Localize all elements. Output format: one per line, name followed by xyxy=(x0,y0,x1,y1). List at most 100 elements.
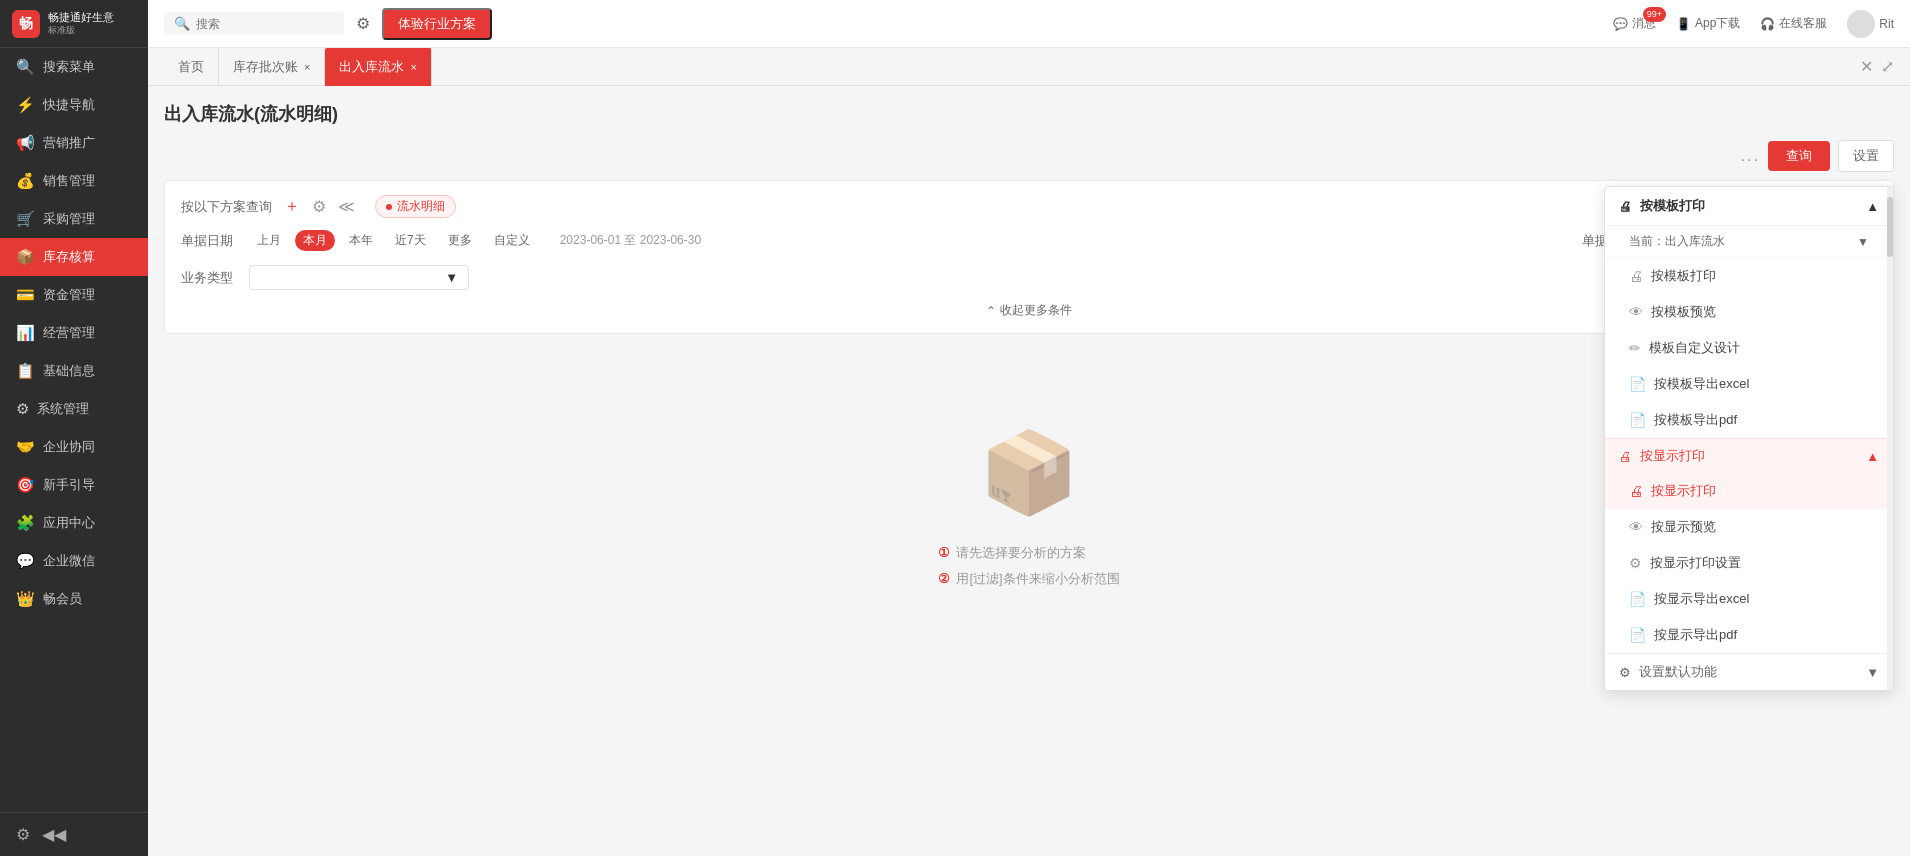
date-this-year[interactable]: 本年 xyxy=(341,230,381,251)
dropdown-header-chevron[interactable]: ▲ xyxy=(1866,199,1879,214)
template-excel-label: 按模板导出excel xyxy=(1654,375,1749,393)
sidebar-finance-icon: 💳 xyxy=(16,286,35,304)
topbar-gear-icon[interactable]: ⚙ xyxy=(356,14,370,33)
display-subheader-chevron[interactable]: ▲ xyxy=(1866,449,1879,464)
tab-batch[interactable]: 库存批次账 × xyxy=(219,48,325,86)
sidebar-item-operation[interactable]: 📊经营管理 xyxy=(0,314,148,352)
date-more[interactable]: 更多 xyxy=(440,230,480,251)
display-print-label: 按显示打印 xyxy=(1651,482,1716,500)
message-btn[interactable]: 💬 消息 99+ xyxy=(1613,15,1656,32)
tab-flow[interactable]: 出入库流水 × xyxy=(325,48,431,86)
trial-button[interactable]: 体验行业方案 xyxy=(382,8,492,40)
sidebar-item-system[interactable]: ⚙系统管理 xyxy=(0,390,148,428)
display-preview-item[interactable]: 👁 按显示预览 xyxy=(1605,509,1893,545)
flow-detail-tag[interactable]: 流水明细 xyxy=(375,195,456,218)
sidebar-item-shortcut[interactable]: ⚡快捷导航 xyxy=(0,86,148,124)
tab-batch-close-icon[interactable]: × xyxy=(304,61,310,73)
sidebar-item-marketing[interactable]: 📢营销推广 xyxy=(0,124,148,162)
sidebar-purchase-label: 采购管理 xyxy=(43,210,95,228)
scrollbar-thumb[interactable] xyxy=(1887,197,1893,257)
sidebar-basic-label: 基础信息 xyxy=(43,362,95,380)
date-7days[interactable]: 近7天 xyxy=(387,230,434,251)
display-pdf-item[interactable]: 📄 按显示导出pdf xyxy=(1605,617,1893,653)
date-this-month[interactable]: 本月 xyxy=(295,230,335,251)
display-print-item[interactable]: 🖨 按显示打印 xyxy=(1605,473,1893,509)
sidebar-member-label: 畅会员 xyxy=(43,590,82,608)
app-logo: 畅 畅捷通好生意 标准版 xyxy=(0,0,148,48)
sidebar-item-basic[interactable]: 📋基础信息 xyxy=(0,352,148,390)
date-range-text: 2023-06-01 至 2023-06-30 xyxy=(560,232,701,249)
date-shortcuts: 上月 本月 本年 近7天 更多 自定义 xyxy=(249,230,538,251)
sidebar-item-purchase[interactable]: 🛒采购管理 xyxy=(0,200,148,238)
sidebar-item-guide[interactable]: 🎯新手引导 xyxy=(0,466,148,504)
display-print-subheader[interactable]: 🖨 按显示打印 ▲ xyxy=(1605,438,1893,473)
tab-close-all-icon[interactable]: ✕ xyxy=(1860,57,1873,76)
sidebar-item-wechat[interactable]: 💬企业微信 xyxy=(0,542,148,580)
empty-hints: ①请先选择要分析的方案 ②用[过滤]条件来缩小分析范围 xyxy=(938,540,1119,592)
collapse-sidebar-icon[interactable]: ◀◀ xyxy=(42,825,66,844)
collapse-up-icon: ⌃ xyxy=(986,304,996,318)
tab-flow-close-icon[interactable]: × xyxy=(410,61,416,73)
template-preview-icon: 👁 xyxy=(1629,304,1643,320)
display-settings-item[interactable]: ⚙ 按显示打印设置 xyxy=(1605,545,1893,581)
sidebar-sales-label: 销售管理 xyxy=(43,172,95,190)
filter-add-icon[interactable]: ＋ xyxy=(284,196,300,217)
display-pdf-icon: 📄 xyxy=(1629,627,1646,643)
display-header-icon: 🖨 xyxy=(1619,449,1632,464)
tab-home[interactable]: 首页 xyxy=(164,48,219,86)
user-avatar[interactable]: Rit xyxy=(1847,10,1894,38)
sidebar-shortcut-label: 快捷导航 xyxy=(43,96,95,114)
topbar-search-box[interactable]: 🔍 xyxy=(164,12,344,35)
sidebar-item-member[interactable]: 👑 畅会员 xyxy=(0,580,148,618)
ellipsis-button[interactable]: ... xyxy=(1741,147,1760,165)
date-last-month[interactable]: 上月 xyxy=(249,230,289,251)
message-icon: 💬 xyxy=(1613,17,1628,31)
dropdown-title: 按模板打印 xyxy=(1640,197,1705,215)
current-template-row: 当前：出入库流水 ▼ xyxy=(1605,226,1893,258)
app-download-btn[interactable]: 📱 App下载 xyxy=(1676,15,1740,32)
query-button[interactable]: 查询 xyxy=(1768,141,1830,171)
biz-type-select[interactable]: ▼ xyxy=(249,265,469,290)
biz-chevron: ▼ xyxy=(445,270,458,285)
sidebar-marketing-icon: 📢 xyxy=(16,134,35,152)
sidebar-item-search[interactable]: 🔍搜索菜单 xyxy=(0,48,148,86)
service-btn[interactable]: 🎧 在线客服 xyxy=(1760,15,1827,32)
display-settings-icon: ⚙ xyxy=(1629,555,1642,571)
tab-controls: ✕ ⤢ xyxy=(1860,57,1894,76)
template-excel-item[interactable]: 📄 按模板导出excel xyxy=(1605,366,1893,402)
tab-batch-label: 库存批次账 xyxy=(233,58,298,76)
sidebar-item-sales[interactable]: 💰销售管理 xyxy=(0,162,148,200)
display-excel-item[interactable]: 📄 按显示导出excel xyxy=(1605,581,1893,617)
date-custom[interactable]: 自定义 xyxy=(486,230,538,251)
settings-icon[interactable]: ⚙ xyxy=(16,825,30,844)
tab-expand-icon[interactable]: ⤢ xyxy=(1881,57,1894,76)
sidebar-guide-icon: 🎯 xyxy=(16,476,35,494)
app-subtitle: 标准版 xyxy=(48,24,114,37)
display-settings-label: 按显示打印设置 xyxy=(1650,554,1741,572)
current-template-chevron[interactable]: ▼ xyxy=(1857,235,1869,249)
set-default-footer[interactable]: ⚙ 设置默认功能 ▼ xyxy=(1605,653,1893,690)
display-preview-icon: 👁 xyxy=(1629,519,1643,535)
filter-gear-icon[interactable]: ⚙ xyxy=(312,197,326,216)
print-header-icon: 🖨 xyxy=(1619,199,1632,214)
sidebar-operation-label: 经营管理 xyxy=(43,324,95,342)
sidebar-item-finance[interactable]: 💳资金管理 xyxy=(0,276,148,314)
template-print-item[interactable]: 🖨 按模板打印 xyxy=(1605,258,1893,294)
logo-icon: 畅 xyxy=(12,10,40,38)
topbar: 🔍 ⚙ 体验行业方案 💬 消息 99+ 📱 App下载 🎧 在线客服 Rit xyxy=(148,0,1910,48)
filter-collapse-icon[interactable]: ≪ xyxy=(338,197,355,216)
sidebar-member-icon: 👑 xyxy=(16,590,35,608)
sidebar-item-coop[interactable]: 🤝企业协同 xyxy=(0,428,148,466)
search-input[interactable] xyxy=(196,17,316,31)
set-button[interactable]: 设置 xyxy=(1838,140,1894,172)
template-custom-label: 模板自定义设计 xyxy=(1649,339,1740,357)
sidebar-inventory-label: 库存核算 xyxy=(43,248,95,266)
template-preview-item[interactable]: 👁 按模板预览 xyxy=(1605,294,1893,330)
filter-by-label: 按以下方案查询 xyxy=(181,198,272,216)
sidebar-search-icon: 🔍 xyxy=(16,58,35,76)
template-custom-item[interactable]: ✏ 模板自定义设计 xyxy=(1605,330,1893,366)
sidebar-item-appcenter[interactable]: 🧩应用中心 xyxy=(0,504,148,542)
sidebar-item-inventory[interactable]: 📦库存核算 xyxy=(0,238,148,276)
tab-flow-label: 出入库流水 xyxy=(339,58,404,76)
template-pdf-item[interactable]: 📄 按模板导出pdf xyxy=(1605,402,1893,438)
